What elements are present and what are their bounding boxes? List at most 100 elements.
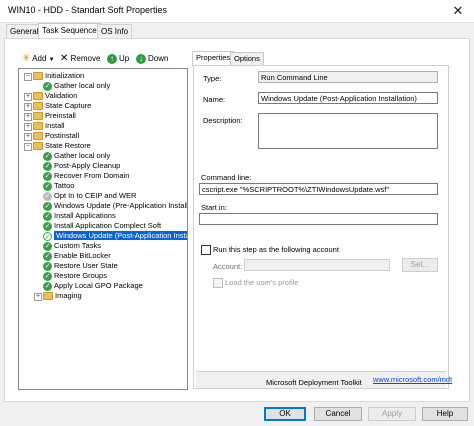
tab-general[interactable]: General: [6, 24, 43, 38]
tree-item-label: Restore Groups: [54, 271, 107, 280]
collapse-icon[interactable]: −: [24, 143, 32, 151]
expand-icon[interactable]: +: [24, 113, 32, 121]
tree-item[interactable]: ✓ Post-Apply Cleanup: [43, 161, 120, 171]
tree-item[interactable]: ✓ Install Applications: [43, 211, 116, 221]
load-profile-checkbox[interactable]: [213, 278, 223, 288]
close-icon[interactable]: ✕: [448, 2, 468, 20]
tree-item-selected[interactable]: ✓ Windows Update (Post-Application Instal…: [43, 231, 187, 241]
tree-item-label: Restore User State: [54, 261, 118, 270]
name-field[interactable]: Windows Update (Post-Application Install…: [258, 92, 438, 104]
tree-item[interactable]: ✓ Restore User State: [43, 261, 118, 271]
tree-item-label: Recover From Domain: [54, 171, 130, 180]
tree-item-validation[interactable]: Validation: [33, 91, 77, 101]
add-button[interactable]: ✳ Add ▼: [22, 52, 55, 66]
check-icon: ✓: [43, 271, 52, 281]
start-in-label: Start in:: [201, 203, 227, 212]
tree-item[interactable]: ✓ Enable BitLocker: [43, 251, 111, 261]
help-button[interactable]: Help: [422, 407, 468, 421]
arrow-up-icon: ↑: [107, 53, 117, 64]
check-icon: ✓: [43, 241, 52, 251]
tree-item[interactable]: ✓ Opt In to CEIP and WER: [43, 191, 136, 201]
cancel-button[interactable]: Cancel: [314, 407, 362, 421]
tree-item[interactable]: ✓ Windows Update (Pre-Application Install…: [43, 201, 188, 211]
expand-icon[interactable]: +: [24, 93, 32, 101]
check-icon: ✓: [43, 161, 52, 171]
tree-item-label: Apply Local GPO Package: [54, 281, 143, 290]
command-line-field[interactable]: cscript.exe "%SCRIPTROOT%\ZTIWindowsUpda…: [199, 183, 438, 195]
check-icon: ✓: [43, 221, 52, 231]
tree-item-initialization[interactable]: Initialization: [33, 71, 84, 81]
folder-icon: [33, 142, 43, 151]
tree-item[interactable]: ✓ Restore Groups: [43, 271, 107, 281]
folder-icon: [43, 292, 53, 301]
tree-item-label: Validation: [45, 91, 78, 100]
check-icon: ✓: [43, 231, 52, 241]
tree-item-label: Postinstall: [45, 131, 80, 140]
down-button[interactable]: ↓ Down: [136, 52, 168, 66]
tree-item-label: State Capture: [45, 101, 92, 110]
description-label: Description:: [203, 116, 243, 125]
tab-properties[interactable]: Properties: [192, 51, 235, 66]
expand-icon[interactable]: +: [24, 123, 32, 131]
tree-item-label: Post-Apply Cleanup: [54, 161, 121, 170]
folder-icon: [33, 122, 43, 131]
tree-item[interactable]: ✓ Custom Tasks: [43, 241, 101, 251]
remove-label: Remove: [70, 54, 101, 63]
tree-item-state-restore[interactable]: State Restore: [33, 141, 91, 151]
folder-icon: [33, 102, 43, 111]
description-field[interactable]: [258, 113, 438, 149]
tree-item[interactable]: ✓ Install Application Complect Soft: [43, 221, 161, 231]
tree-item[interactable]: ✓ Gather local only: [43, 151, 110, 161]
tree-item-label: Install: [45, 121, 65, 130]
tree-item-label: Imaging: [55, 291, 82, 300]
set-button[interactable]: Set...: [402, 258, 438, 272]
tree-item-label: Gather local only: [54, 151, 111, 160]
collapse-icon[interactable]: −: [24, 73, 32, 81]
tab-os-info[interactable]: OS Info: [97, 24, 133, 38]
task-sequence-tree[interactable]: − Initialization ✓ Gather local only + Va…: [18, 68, 188, 390]
tree-item-label: Tattoo: [54, 181, 75, 190]
type-field: Run Command Line: [258, 71, 438, 83]
up-button[interactable]: ↑ Up: [107, 52, 129, 66]
check-icon: ✓: [43, 171, 52, 181]
mdt-link[interactable]: www.microsoft.com/mdt: [373, 375, 452, 384]
check-icon: ✓: [43, 181, 52, 191]
tree-item-label: Opt In to CEIP and WER: [54, 191, 137, 200]
name-label: Name:: [203, 95, 226, 104]
expand-icon[interactable]: +: [24, 103, 32, 111]
tree-item[interactable]: ✓ Apply Local GPO Package: [43, 281, 143, 291]
start-in-field[interactable]: [199, 213, 438, 225]
tree-item[interactable]: ✓ Tattoo: [43, 181, 74, 191]
tree-item-postinstall[interactable]: Postinstall: [33, 131, 79, 141]
tree-item-label: State Restore: [45, 141, 91, 150]
tree-item-state-capture[interactable]: State Capture: [33, 101, 91, 111]
folder-icon: [33, 72, 43, 81]
tree-item-label: Windows Update (Pre-Application Installa: [54, 201, 188, 210]
run-as-checkbox[interactable]: [201, 245, 211, 255]
ok-button[interactable]: OK: [264, 407, 306, 421]
run-as-label: Run this step as the following account: [213, 245, 339, 254]
down-label: Down: [148, 54, 169, 63]
folder-icon: [33, 92, 43, 101]
expand-icon[interactable]: +: [24, 133, 32, 141]
check-icon: ✓: [43, 151, 52, 161]
tab-task-sequence[interactable]: Task Sequence: [38, 23, 101, 39]
remove-button[interactable]: ✕ Remove: [60, 52, 100, 66]
tree-item[interactable]: ✓ Gather local only: [43, 81, 110, 91]
check-icon: ✓: [43, 81, 52, 91]
tree-item-preinstall[interactable]: Preinstall: [33, 111, 76, 121]
disabled-check-icon: ✓: [43, 191, 52, 201]
tree-item[interactable]: ✓ Recover From Domain: [43, 171, 129, 181]
arrow-down-icon: ↓: [136, 53, 146, 64]
tree-item-label: Install Applications: [54, 211, 116, 220]
command-line-label: Command line:: [201, 173, 252, 182]
apply-button[interactable]: Apply: [368, 407, 416, 421]
tree-item-label: Initialization: [45, 71, 85, 80]
tree-item-label: Windows Update (Post-Application Install: [54, 231, 187, 240]
tab-options[interactable]: Options: [230, 52, 264, 65]
tree-item-install[interactable]: Install: [33, 121, 65, 131]
tree-item-imaging[interactable]: Imaging: [43, 291, 82, 301]
type-label: Type:: [203, 74, 222, 83]
expand-icon[interactable]: +: [34, 293, 42, 301]
mdt-label: Microsoft Deployment Toolkit: [266, 378, 362, 387]
